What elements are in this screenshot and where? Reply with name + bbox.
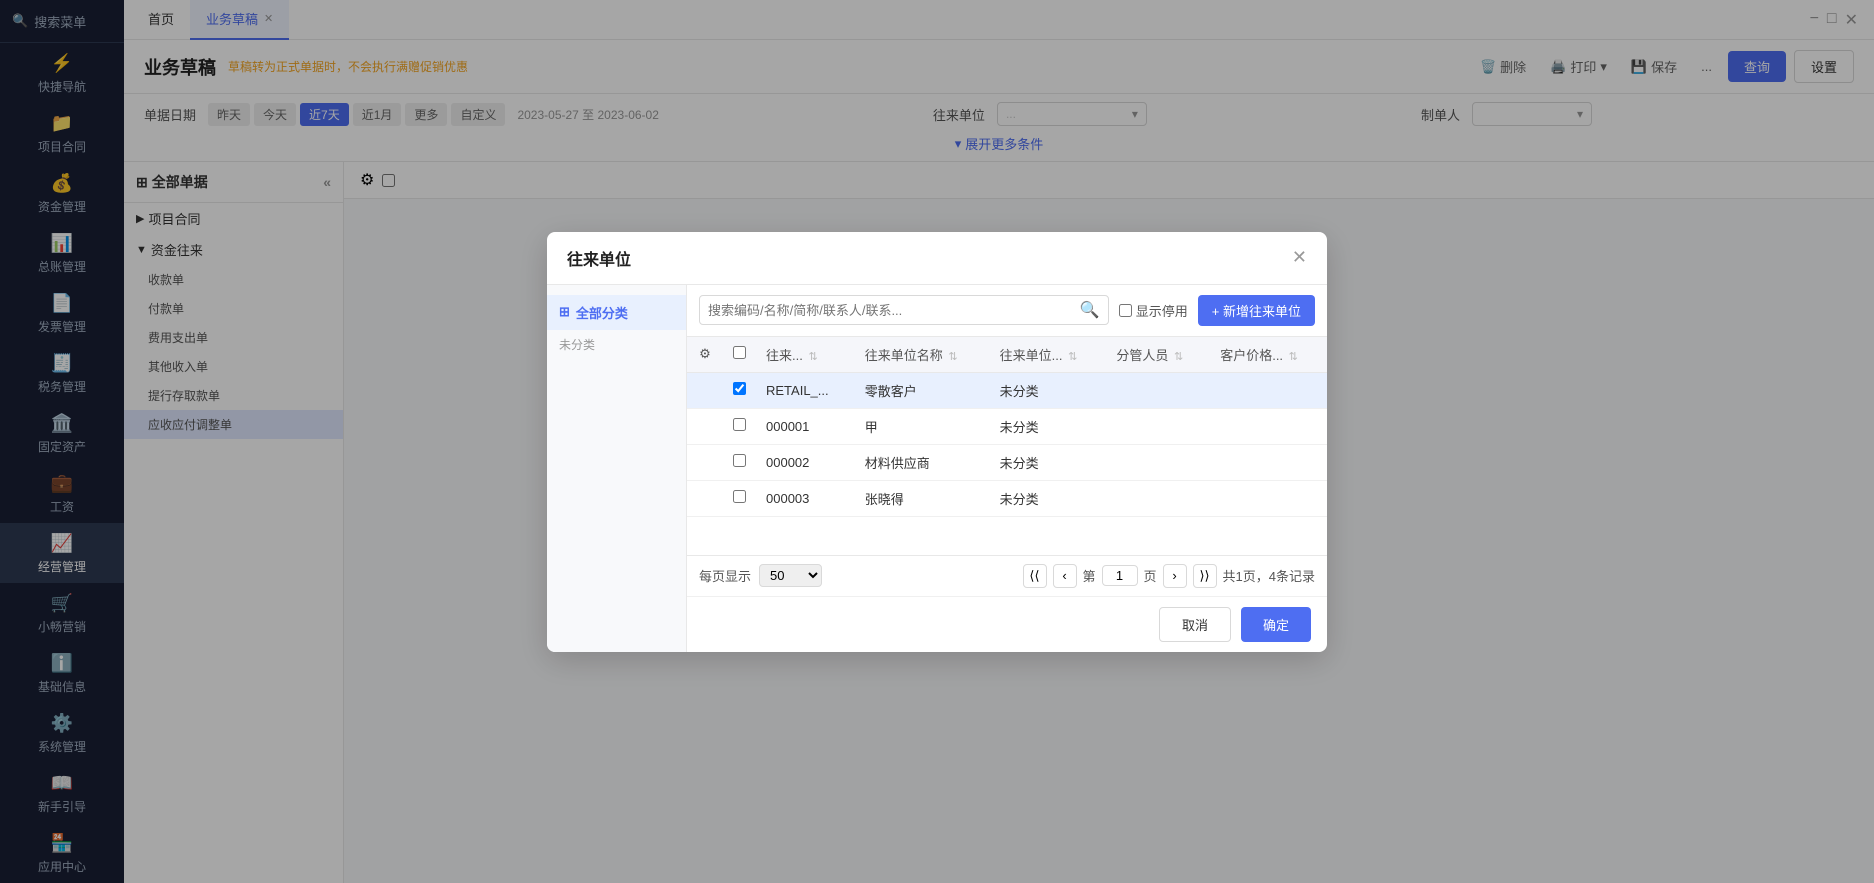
modal-sidebar-all[interactable]: ⊞ 全部分类 [547,295,686,330]
table-row[interactable]: 000001 甲 未分类 [687,408,1327,444]
row-name-cell: 零散客户 [855,372,990,408]
row-icon-cell [687,408,723,444]
page-first-btn[interactable]: ⟨⟨ [1023,564,1047,588]
modal-title: 往来单位 [567,246,631,270]
table-row[interactable]: 000002 材料供应商 未分类 [687,444,1327,480]
row-checkbox[interactable] [733,454,746,467]
table-header-row: ⚙ 往来... ⇅ 往来单位名称 ⇅ [687,337,1327,373]
row-manager-cell [1106,372,1210,408]
add-partner-button[interactable]: + 新增往来单位 [1198,295,1315,326]
sort-icon: ⇅ [1289,351,1298,363]
modal-actions: 取消 确定 [687,597,1327,652]
col-check-header [723,337,756,373]
pagination-right: ⟨⟨ ‹ 第 1 页 › ⟩⟩ 共1页，4条记录 [1023,564,1316,588]
confirm-button[interactable]: 确定 [1241,607,1311,642]
search-icon: 🔍 [1080,300,1100,320]
page-last-btn[interactable]: ⟩⟩ [1193,564,1217,588]
sort-icon: ⇅ [1174,351,1183,363]
row-price-cell [1210,480,1327,516]
table-row[interactable]: RETAIL_... 零散客户 未分类 [687,372,1327,408]
row-checkbox[interactable] [733,490,746,503]
modal-sidebar-unclassified-label: 未分类 [559,338,595,352]
row-name-cell: 甲 [855,408,990,444]
col-name-header: 往来单位名称 ⇅ [855,337,990,373]
row-checkbox[interactable] [733,418,746,431]
row-manager-cell [1106,480,1210,516]
row-code-cell: 000001 [756,408,855,444]
col-category-header: 往来单位... ⇅ [990,337,1107,373]
modal-header: 往来单位 ✕ [547,232,1327,285]
modal-sidebar: ⊞ 全部分类 未分类 [547,285,687,652]
modal-toolbar: 🔍 显示停用 + 新增往来单位 [687,285,1327,337]
row-icon-cell [687,372,723,408]
row-check-cell[interactable] [723,480,756,516]
sort-icon: ⇅ [948,351,957,363]
col-manager-header: 分管人员 ⇅ [1106,337,1210,373]
page-suffix: 页 [1144,566,1157,585]
row-icon-cell [687,480,723,516]
per-page-select[interactable]: 50 [759,564,822,587]
page-number-input[interactable]: 1 [1102,565,1138,586]
row-manager-cell [1106,444,1210,480]
row-code-cell: 000002 [756,444,855,480]
show-disabled-toggle[interactable]: 显示停用 [1119,301,1188,320]
row-price-cell [1210,444,1327,480]
modal-close-icon[interactable]: ✕ [1292,247,1307,268]
row-checkbox[interactable] [733,382,746,395]
row-category-cell: 未分类 [990,444,1107,480]
col-price-header: 客户价格... ⇅ [1210,337,1327,373]
row-code-cell: RETAIL_... [756,372,855,408]
modal-sidebar-all-label: 全部分类 [576,303,628,322]
modal-footer: 每页显示 50 ⟨⟨ ‹ 第 1 页 › ⟩⟩ [687,555,1327,652]
show-disabled-checkbox[interactable] [1119,304,1132,317]
row-category-cell: 未分类 [990,408,1107,444]
total-text: 共1页，4条记录 [1223,566,1315,585]
row-category-cell: 未分类 [990,480,1107,516]
modal-pagination: 每页显示 50 ⟨⟨ ‹ 第 1 页 › ⟩⟩ [687,556,1327,597]
row-code-cell: 000003 [756,480,855,516]
show-disabled-label: 显示停用 [1136,301,1188,320]
row-check-cell[interactable] [723,372,756,408]
modal-search-box[interactable]: 🔍 [699,295,1109,325]
col-icon-header: ⚙ [687,337,723,373]
page-label: 第 [1083,566,1096,585]
partner-modal: 往来单位 ✕ ⊞ 全部分类 未分类 🔍 [547,232,1327,652]
row-name-cell: 张晓得 [855,480,990,516]
row-price-cell [1210,408,1327,444]
modal-table: ⚙ 往来... ⇅ 往来单位名称 ⇅ [687,337,1327,555]
page-next-btn[interactable]: › [1163,564,1187,588]
modal-main: 🔍 显示停用 + 新增往来单位 ⚙ [687,285,1327,652]
grid-icon: ⊞ [559,304,570,320]
cancel-button[interactable]: 取消 [1159,607,1231,642]
row-check-cell[interactable] [723,444,756,480]
row-icon-cell [687,444,723,480]
row-name-cell: 材料供应商 [855,444,990,480]
modal-search-input[interactable] [708,303,1074,318]
per-page-label: 每页显示 [699,566,751,585]
page-prev-btn[interactable]: ‹ [1053,564,1077,588]
sort-icon: ⇅ [1068,351,1077,363]
pagination-left: 每页显示 50 [699,564,822,587]
table-row[interactable]: 000003 张晓得 未分类 [687,480,1327,516]
row-price-cell [1210,372,1327,408]
modal-select-all[interactable] [733,346,746,359]
modal-sidebar-unclassified: 未分类 [547,330,686,359]
row-manager-cell [1106,408,1210,444]
row-check-cell[interactable] [723,408,756,444]
modal-overlay[interactable]: 往来单位 ✕ ⊞ 全部分类 未分类 🔍 [0,0,1874,883]
modal-body: ⊞ 全部分类 未分类 🔍 显示停用 [547,285,1327,652]
row-category-cell: 未分类 [990,372,1107,408]
col-code-header: 往来... ⇅ [756,337,855,373]
sort-icon: ⇅ [808,351,817,363]
